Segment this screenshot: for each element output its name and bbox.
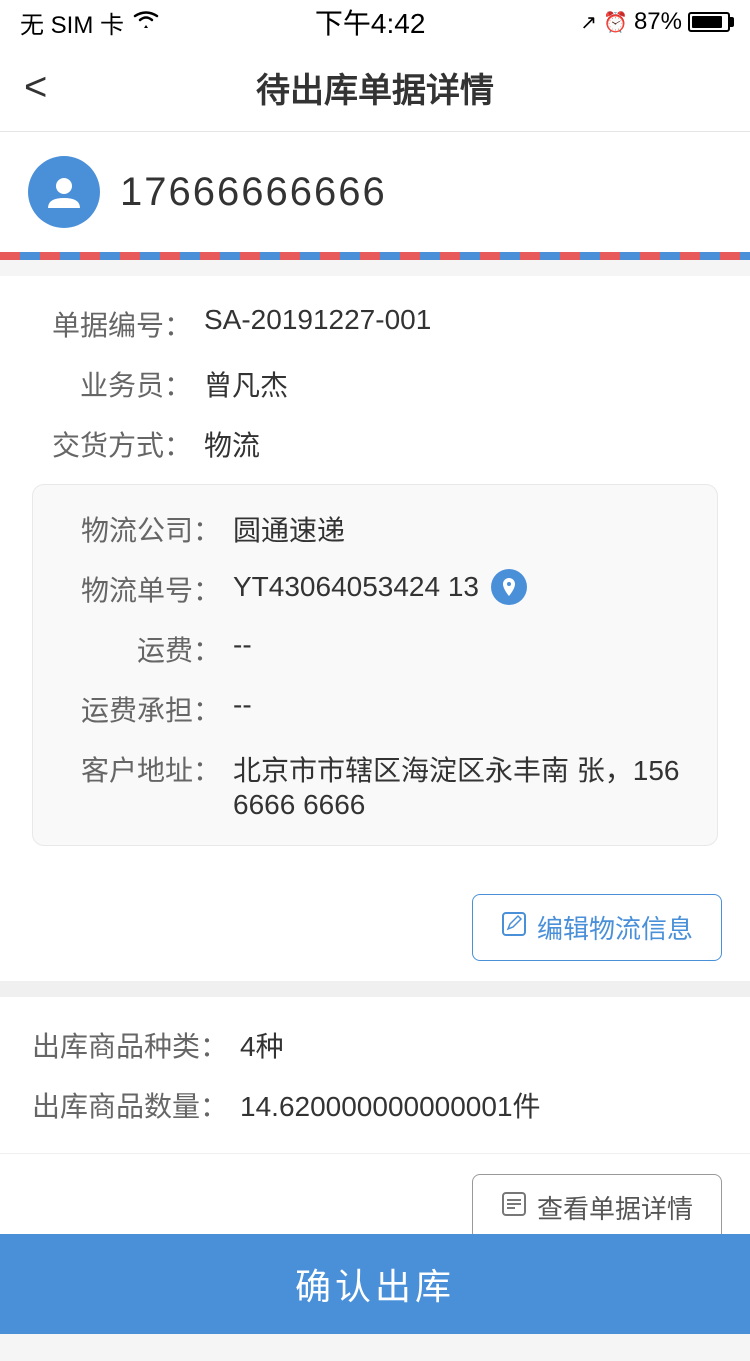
company-value: 圆通速递 [221, 509, 689, 549]
back-button[interactable]: < [24, 65, 47, 110]
section-divider [0, 981, 750, 997]
carrier-text: 无 SIM 卡 [20, 5, 124, 40]
status-bar: 无 SIM 卡 下午4:42 ↗ ⏰ 87% [0, 0, 750, 44]
company-row: 物流公司： 圆通速递 [61, 509, 689, 549]
logistics-card: 物流公司： 圆通速递 物流单号： YT43064053424 13 运费： --… [32, 484, 718, 846]
product-types-label: 出库商品种类： [32, 1025, 228, 1065]
nav-bar: < 待出库单据详情 [0, 44, 750, 132]
order-no-label: 单据编号： [32, 304, 192, 344]
freight-bear-value: -- [221, 689, 689, 721]
product-quantity-row: 出库商品数量： 14.620000000000001件 [32, 1085, 718, 1125]
edit-logistics-button[interactable]: 编辑物流信息 [472, 894, 722, 961]
battery-icon [688, 12, 730, 32]
confirm-btn-wrap: 确认出库 [0, 1234, 750, 1334]
product-types-row: 出库商品种类： 4种 [32, 1025, 718, 1065]
tracking-value: YT43064053424 13 [221, 569, 689, 605]
status-right: ↗ ⏰ 87% [580, 8, 730, 36]
battery-percent: 87% [634, 8, 682, 36]
product-types-value: 4种 [228, 1025, 718, 1065]
freight-value: -- [221, 629, 689, 661]
company-label: 物流公司： [61, 509, 221, 549]
tracking-label: 物流单号： [61, 569, 221, 609]
product-quantity-value: 14.620000000000001件 [228, 1085, 718, 1125]
edit-btn-label: 编辑物流信息 [537, 909, 693, 946]
wifi-icon [132, 8, 160, 36]
status-left: 无 SIM 卡 [20, 5, 160, 40]
order-no-value: SA-20191227-001 [192, 304, 718, 336]
freight-row: 运费： -- [61, 629, 689, 669]
time-display: 下午4:42 [315, 2, 426, 42]
order-no-row: 单据编号： SA-20191227-001 [32, 304, 718, 344]
product-section: 出库商品种类： 4种 出库商品数量： 14.620000000000001件 [0, 997, 750, 1153]
alarm-icon: ⏰ [603, 10, 628, 35]
tracking-location-icon[interactable] [491, 569, 527, 605]
dashed-separator [0, 252, 750, 260]
customer-header: 17666666666 [0, 132, 750, 252]
delivery-row: 交货方式： 物流 [32, 424, 718, 464]
customer-phone: 17666666666 [120, 170, 387, 215]
delivery-value: 物流 [192, 424, 718, 464]
view-detail-label: 查看单据详情 [537, 1189, 693, 1226]
freight-label: 运费： [61, 629, 221, 669]
basic-info-section: 单据编号： SA-20191227-001 业务员： 曾凡杰 交货方式： 物流 … [0, 276, 750, 874]
delivery-label: 交货方式： [32, 424, 192, 464]
tracking-row: 物流单号： YT43064053424 13 [61, 569, 689, 609]
staff-row: 业务员： 曾凡杰 [32, 364, 718, 404]
freight-bear-label: 运费承担： [61, 689, 221, 729]
freight-bear-row: 运费承担： -- [61, 689, 689, 729]
staff-value: 曾凡杰 [192, 364, 718, 404]
edit-btn-row: 编辑物流信息 [0, 874, 750, 981]
view-detail-button[interactable]: 查看单据详情 [472, 1174, 722, 1241]
address-label: 客户地址： [61, 749, 221, 789]
avatar [28, 156, 100, 228]
staff-label: 业务员： [32, 364, 192, 404]
list-icon [501, 1191, 527, 1224]
product-quantity-label: 出库商品数量： [32, 1085, 228, 1125]
location-status-icon: ↗ [580, 10, 597, 35]
confirm-button[interactable]: 确认出库 [295, 1258, 455, 1310]
page-title: 待出库单据详情 [256, 63, 494, 112]
address-value: 北京市市辖区海淀区永丰南 张，156 6666 6666 [221, 749, 689, 821]
edit-icon [501, 911, 527, 944]
address-row: 客户地址： 北京市市辖区海淀区永丰南 张，156 6666 6666 [61, 749, 689, 821]
